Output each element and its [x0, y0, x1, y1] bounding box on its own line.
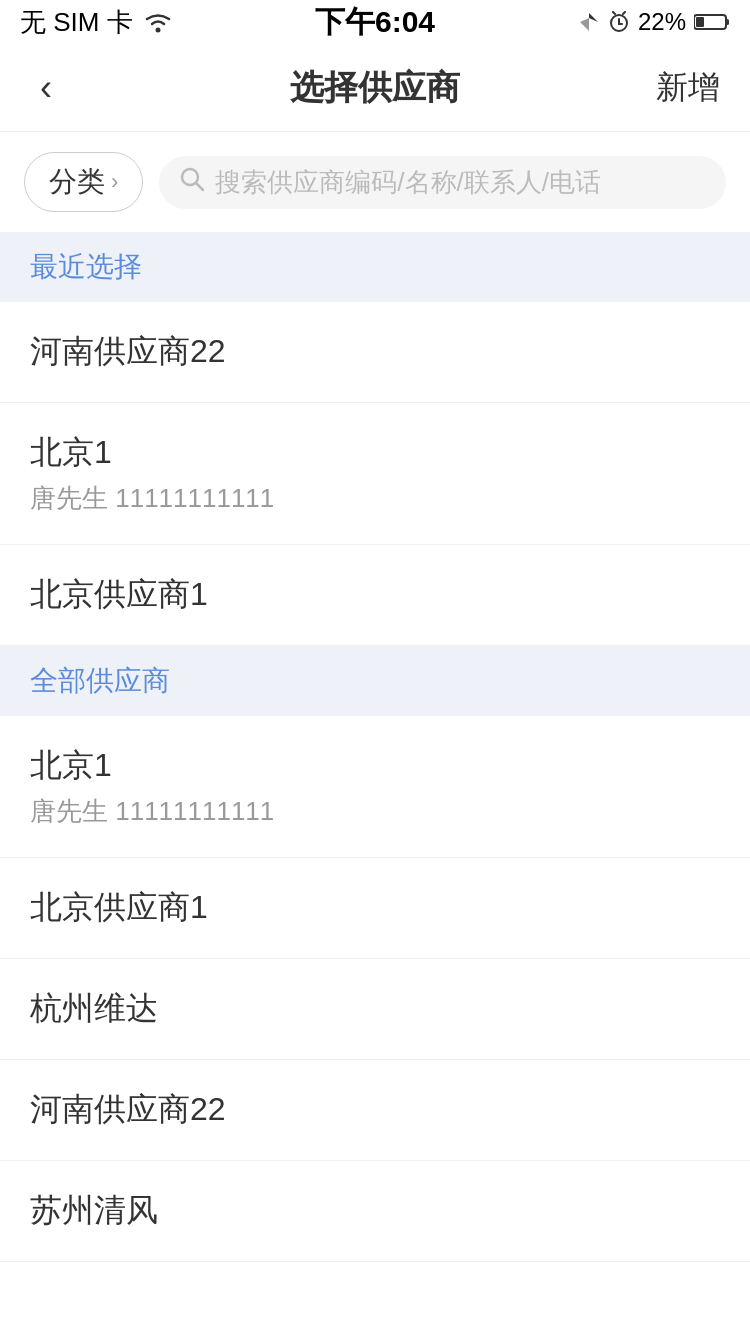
search-box — [159, 156, 726, 209]
list-item-1-1[interactable]: 北京供应商1 — [0, 858, 750, 959]
wifi-icon — [143, 11, 173, 33]
item-sub-0-1: 唐先生 11111111111 — [30, 481, 720, 516]
sections-container: 最近选择河南供应商22 北京1 唐先生 11111111111 北京供应商1 全部供应商… — [0, 232, 750, 1262]
chevron-right-icon: › — [111, 169, 118, 195]
status-bar: 无 SIM 卡 下午6:04 22% — [0, 0, 750, 44]
svg-point-0 — [155, 28, 160, 33]
page-title: 选择供应商 — [290, 65, 460, 111]
status-left: 无 SIM 卡 — [20, 5, 173, 40]
list-item-1-4[interactable]: 苏州清风 — [0, 1161, 750, 1262]
svg-line-5 — [623, 12, 625, 14]
status-time: 下午6:04 — [315, 2, 435, 43]
item-name-1-1: 北京供应商1 — [30, 886, 720, 930]
category-label: 分类 — [49, 163, 105, 201]
list-item-0-0[interactable]: 河南供应商22 — [0, 302, 750, 403]
alarm-icon — [608, 11, 630, 33]
battery-percent: 22% — [638, 8, 686, 36]
list-item-1-2[interactable]: 杭州维达 — [0, 959, 750, 1060]
sim-status: 无 SIM 卡 — [20, 5, 133, 40]
section-header-0: 最近选择 — [0, 232, 750, 302]
item-name-1-4: 苏州清风 — [30, 1189, 720, 1233]
list-item-0-1[interactable]: 北京1 唐先生 11111111111 — [0, 403, 750, 545]
item-name-0-2: 北京供应商1 — [30, 573, 720, 617]
status-right: 22% — [578, 8, 730, 36]
add-button[interactable]: 新增 — [656, 66, 720, 110]
svg-rect-8 — [696, 17, 704, 27]
item-sub-1-0: 唐先生 11111111111 — [30, 794, 720, 829]
nav-bar: ‹ 选择供应商 新增 — [0, 44, 750, 132]
battery-icon — [694, 13, 730, 31]
category-button[interactable]: 分类 › — [24, 152, 143, 212]
svg-line-4 — [613, 12, 615, 14]
filter-bar: 分类 › — [0, 132, 750, 232]
list-item-0-2[interactable]: 北京供应商1 — [0, 545, 750, 646]
section-header-text-0: 最近选择 — [30, 251, 142, 282]
list-item-1-3[interactable]: 河南供应商22 — [0, 1060, 750, 1161]
search-input[interactable] — [215, 167, 706, 198]
item-name-1-2: 杭州维达 — [30, 987, 720, 1031]
list-item-1-0[interactable]: 北京1 唐先生 11111111111 — [0, 716, 750, 858]
back-button[interactable]: ‹ — [30, 57, 62, 119]
item-name-1-0: 北京1 — [30, 744, 720, 788]
item-name-0-1: 北京1 — [30, 431, 720, 475]
item-name-0-0: 河南供应商22 — [30, 330, 720, 374]
section-header-1: 全部供应商 — [0, 646, 750, 716]
location-icon — [578, 11, 600, 33]
search-icon — [179, 166, 205, 199]
svg-line-10 — [196, 183, 203, 190]
section-header-text-1: 全部供应商 — [30, 665, 170, 696]
item-name-1-3: 河南供应商22 — [30, 1088, 720, 1132]
svg-rect-7 — [726, 19, 729, 25]
